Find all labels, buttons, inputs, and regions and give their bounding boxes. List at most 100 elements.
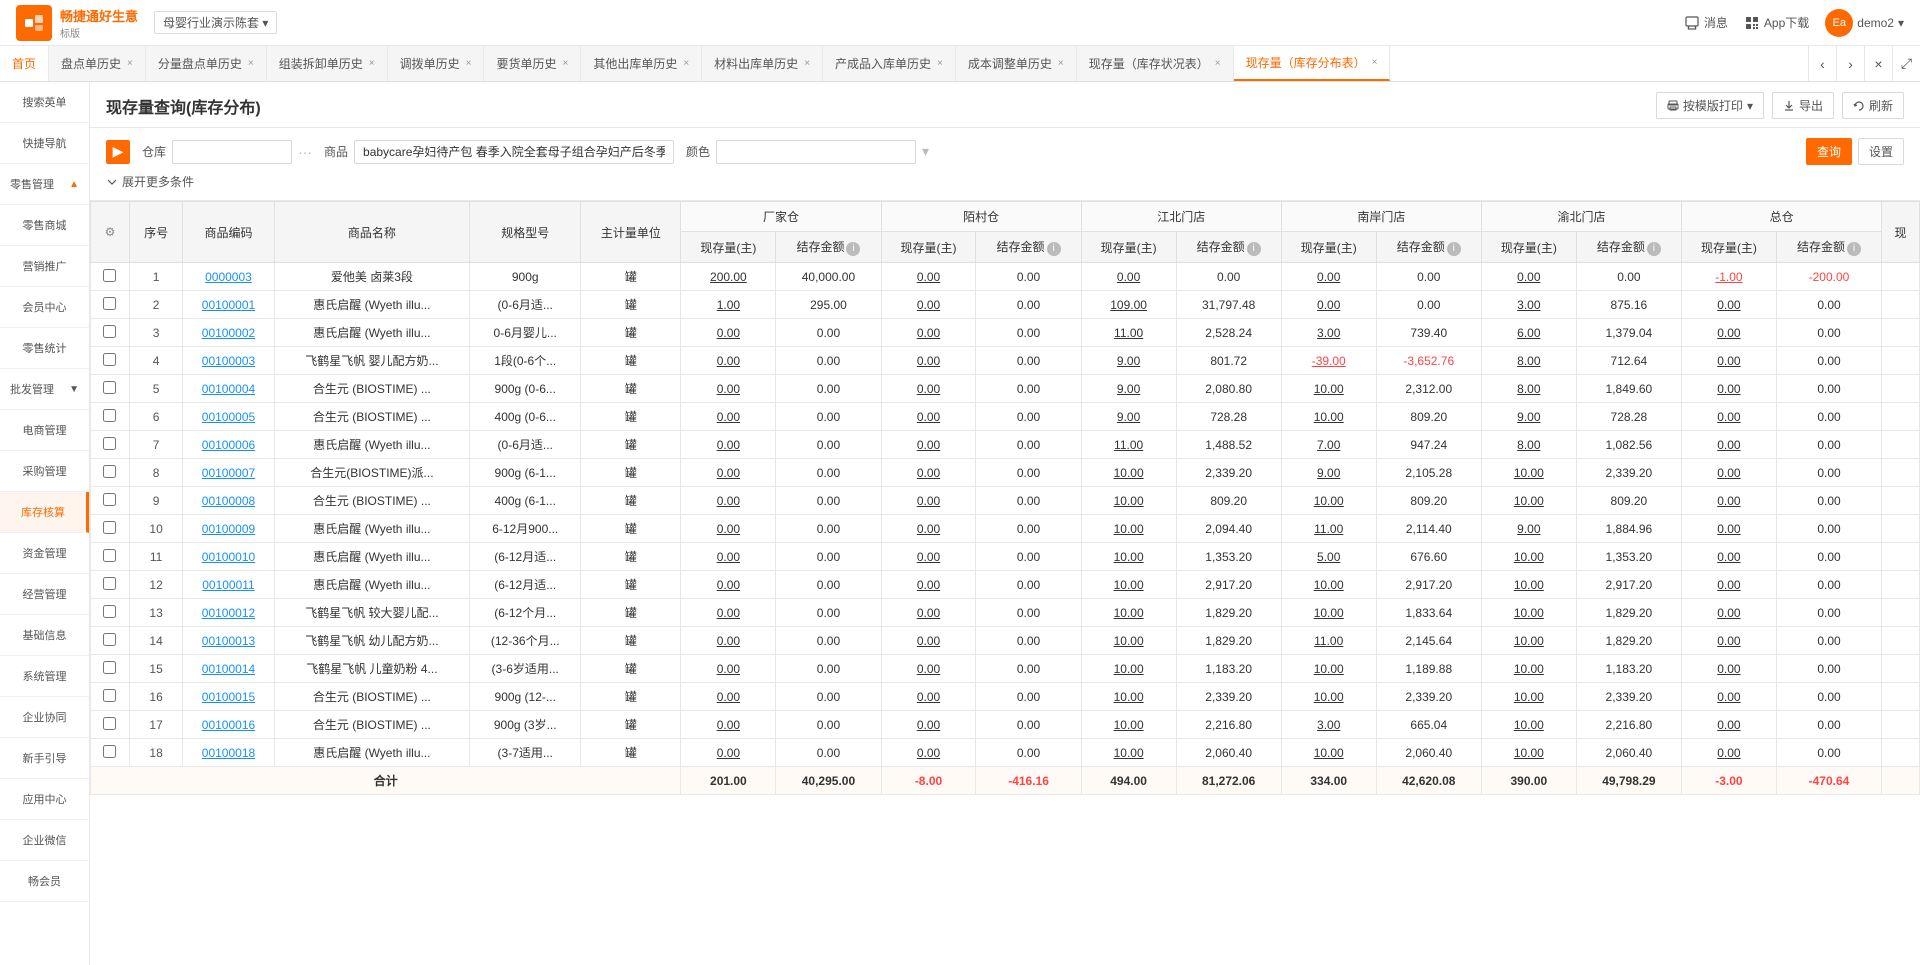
- row-checkbox[interactable]: [91, 627, 130, 655]
- row-w5-stock[interactable]: 10.00: [1481, 655, 1576, 683]
- row-w2-stock[interactable]: 0.00: [881, 347, 976, 375]
- row-w4-stock[interactable]: 10.00: [1281, 375, 1376, 403]
- row-w1-stock[interactable]: 200.00: [681, 263, 776, 291]
- row-checkbox[interactable]: [91, 543, 130, 571]
- row-total-stock[interactable]: 0.00: [1682, 571, 1777, 599]
- row-w3-stock[interactable]: 10.00: [1081, 459, 1176, 487]
- row-total-stock[interactable]: 0.00: [1682, 487, 1777, 515]
- row-w3-stock[interactable]: 10.00: [1081, 543, 1176, 571]
- row-w3-stock[interactable]: 10.00: [1081, 487, 1176, 515]
- row-w2-stock[interactable]: 0.00: [881, 711, 976, 739]
- tab-product-in[interactable]: 产成品入库单历史 ×: [823, 46, 956, 81]
- row-w5-stock[interactable]: 10.00: [1481, 627, 1576, 655]
- row-code[interactable]: 00100005: [183, 403, 274, 431]
- row-w4-stock[interactable]: -39.00: [1281, 347, 1376, 375]
- row-w1-stock[interactable]: 0.00: [681, 711, 776, 739]
- row-checkbox[interactable]: [91, 599, 130, 627]
- row-total-stock[interactable]: 0.00: [1682, 515, 1777, 543]
- sidebar-item-retail-stats[interactable]: 零售统计: [0, 328, 89, 369]
- row-checkbox[interactable]: [91, 431, 130, 459]
- row-w2-stock[interactable]: 0.00: [881, 375, 976, 403]
- row-code[interactable]: 00100004: [183, 375, 274, 403]
- sidebar-item-finance[interactable]: 资金管理: [0, 533, 89, 574]
- row-checkbox[interactable]: [91, 683, 130, 711]
- row-code[interactable]: 00100014: [183, 655, 274, 683]
- row-w4-stock[interactable]: 3.00: [1281, 319, 1376, 347]
- row-w5-stock[interactable]: 10.00: [1481, 683, 1576, 711]
- row-w2-stock[interactable]: 0.00: [881, 599, 976, 627]
- row-w4-stock[interactable]: 11.00: [1281, 627, 1376, 655]
- row-checkbox[interactable]: [91, 375, 130, 403]
- row-checkbox[interactable]: [91, 739, 130, 767]
- row-w3-stock[interactable]: 9.00: [1081, 347, 1176, 375]
- w5-amount-info[interactable]: i: [1647, 242, 1661, 256]
- row-w1-stock[interactable]: 0.00: [681, 543, 776, 571]
- tab-transfer[interactable]: 调拨单历史 ×: [388, 46, 485, 81]
- sidebar-item-enterprise-collab[interactable]: 企业协同: [0, 697, 89, 738]
- w1-amount-info[interactable]: i: [846, 242, 860, 256]
- tab-close-inventory-split[interactable]: ×: [248, 58, 254, 69]
- tab-home[interactable]: 首页: [0, 46, 49, 81]
- row-w5-stock[interactable]: 0.00: [1481, 263, 1576, 291]
- row-code[interactable]: 00100009: [183, 515, 274, 543]
- tab-stock-status[interactable]: 现存量（库存状况表） ×: [1077, 46, 1234, 81]
- row-w4-stock[interactable]: 10.00: [1281, 599, 1376, 627]
- row-w4-stock[interactable]: 5.00: [1281, 543, 1376, 571]
- row-w2-stock[interactable]: 0.00: [881, 403, 976, 431]
- row-w1-stock[interactable]: 0.00: [681, 627, 776, 655]
- row-w5-stock[interactable]: 9.00: [1481, 515, 1576, 543]
- table-area[interactable]: ⚙ 序号 商品编码 商品名称 规格型号 主计量单位 厂家仓 陌村仓 江北门店 南…: [90, 201, 1920, 965]
- row-w5-stock[interactable]: 8.00: [1481, 431, 1576, 459]
- goods-input[interactable]: [354, 140, 674, 164]
- tab-prev-btn[interactable]: ‹: [1808, 46, 1836, 81]
- row-checkbox[interactable]: [91, 571, 130, 599]
- row-w2-stock[interactable]: 0.00: [881, 627, 976, 655]
- tab-inventory-split[interactable]: 分量盘点单历史 ×: [146, 46, 267, 81]
- message-btn[interactable]: 消息: [1684, 14, 1728, 31]
- row-w1-stock[interactable]: 1.00: [681, 291, 776, 319]
- row-w5-stock[interactable]: 10.00: [1481, 599, 1576, 627]
- row-total-stock[interactable]: 0.00: [1682, 431, 1777, 459]
- sidebar-item-inventory[interactable]: 库存核算: [0, 492, 89, 533]
- row-w3-stock[interactable]: 11.00: [1081, 431, 1176, 459]
- tab-close-stock-status[interactable]: ×: [1215, 58, 1221, 69]
- row-w5-stock[interactable]: 10.00: [1481, 487, 1576, 515]
- row-code[interactable]: 00100010: [183, 543, 274, 571]
- tab-close-inventory-single[interactable]: ×: [127, 58, 133, 69]
- row-code[interactable]: 00100016: [183, 711, 274, 739]
- row-w1-stock[interactable]: 0.00: [681, 403, 776, 431]
- row-w5-stock[interactable]: 8.00: [1481, 347, 1576, 375]
- row-w2-stock[interactable]: 0.00: [881, 739, 976, 767]
- row-w4-stock[interactable]: 10.00: [1281, 487, 1376, 515]
- query-btn[interactable]: 查询: [1806, 138, 1852, 165]
- row-w2-stock[interactable]: 0.00: [881, 291, 976, 319]
- row-w2-stock[interactable]: 0.00: [881, 571, 976, 599]
- row-w1-stock[interactable]: 0.00: [681, 431, 776, 459]
- row-total-stock[interactable]: 0.00: [1682, 627, 1777, 655]
- row-code[interactable]: 00100011: [183, 571, 274, 599]
- sidebar-item-operations[interactable]: 经营管理: [0, 574, 89, 615]
- tab-close-purchase[interactable]: ×: [562, 58, 568, 69]
- color-input[interactable]: [716, 140, 916, 164]
- row-w3-stock[interactable]: 10.00: [1081, 515, 1176, 543]
- row-w4-stock[interactable]: 11.00: [1281, 515, 1376, 543]
- tab-cost-adjust[interactable]: 成本调整单历史 ×: [956, 46, 1077, 81]
- row-w5-stock[interactable]: 10.00: [1481, 711, 1576, 739]
- tab-close-transfer[interactable]: ×: [466, 58, 472, 69]
- tab-close-material[interactable]: ×: [804, 58, 810, 69]
- settings-btn[interactable]: 设置: [1858, 138, 1904, 165]
- tab-other-out[interactable]: 其他出库单历史 ×: [581, 46, 702, 81]
- row-w1-stock[interactable]: 0.00: [681, 599, 776, 627]
- row-total-stock[interactable]: 0.00: [1682, 711, 1777, 739]
- row-w1-stock[interactable]: 0.00: [681, 319, 776, 347]
- row-w5-stock[interactable]: 10.00: [1481, 571, 1576, 599]
- row-code[interactable]: 00100001: [183, 291, 274, 319]
- refresh-btn[interactable]: 刷新: [1842, 92, 1904, 119]
- tab-purchase-order[interactable]: 要货单历史 ×: [484, 46, 581, 81]
- row-w2-stock[interactable]: 0.00: [881, 655, 976, 683]
- row-total-stock[interactable]: 0.00: [1682, 347, 1777, 375]
- row-w4-stock[interactable]: 0.00: [1281, 291, 1376, 319]
- row-code[interactable]: 00100018: [183, 739, 274, 767]
- row-w4-stock[interactable]: 10.00: [1281, 403, 1376, 431]
- row-w4-stock[interactable]: 10.00: [1281, 683, 1376, 711]
